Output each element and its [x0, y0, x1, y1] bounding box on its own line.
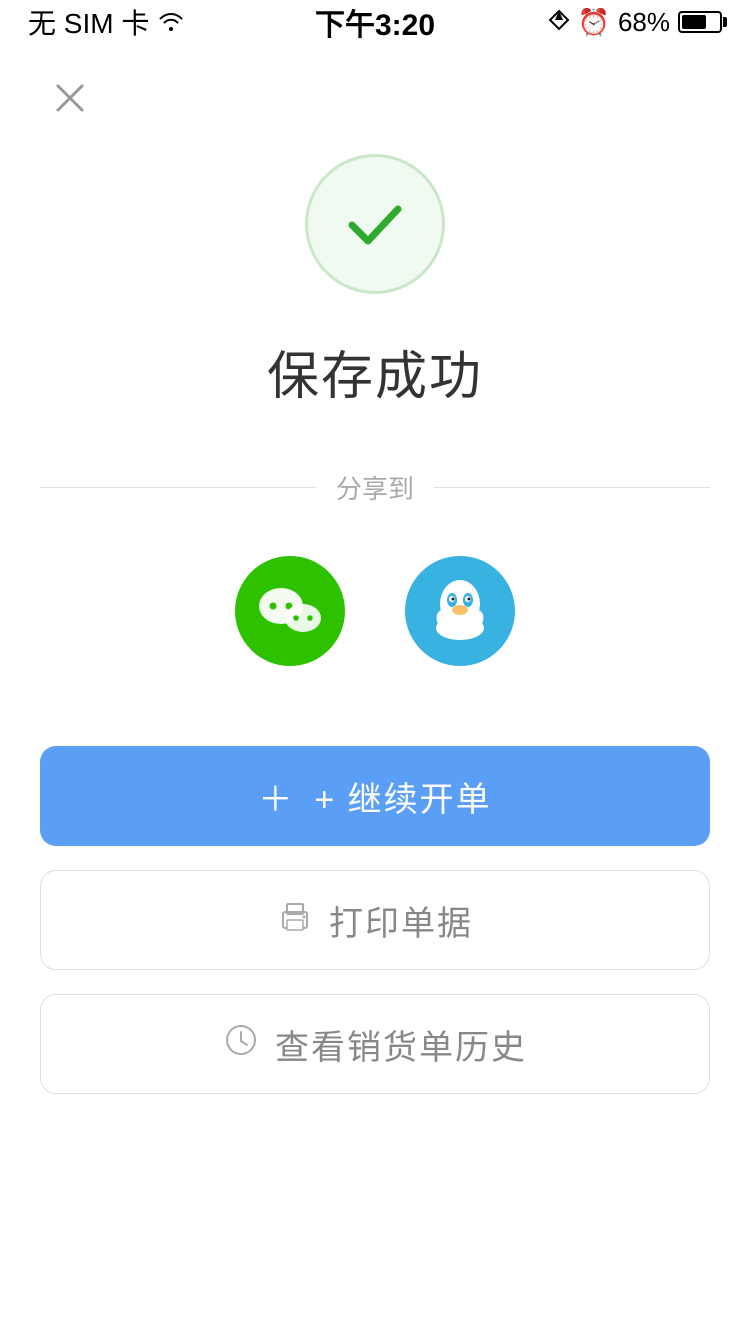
plus-icon: ＋	[258, 772, 294, 821]
divider-right	[434, 487, 710, 488]
share-section: 分享到	[40, 469, 710, 666]
sim-status: 无 SIM 卡	[28, 2, 149, 42]
success-title: 保存成功	[267, 334, 483, 409]
status-bar: 无 SIM 卡 下午3:20 ⏰ 68%	[0, 0, 750, 44]
wechat-share-button[interactable]	[235, 556, 345, 666]
status-right: ⏰ 68%	[548, 7, 722, 38]
close-icon	[52, 80, 88, 116]
print-button[interactable]: 打印单据	[40, 870, 710, 970]
status-time: 下午3:20	[315, 0, 435, 44]
wechat-icon	[257, 584, 323, 638]
continue-button[interactable]: ＋ + 继续开单	[40, 746, 710, 846]
checkmark-icon	[340, 189, 410, 259]
location-icon	[548, 7, 570, 38]
clock-icon	[223, 1022, 259, 1067]
main-content: 保存成功 分享到	[0, 44, 750, 1334]
continue-label: + 继续开单	[314, 772, 491, 821]
printer-icon	[277, 898, 313, 943]
share-label: 分享到	[336, 469, 414, 506]
qq-icon	[430, 576, 490, 646]
close-button[interactable]	[40, 68, 100, 128]
actions-section: ＋ + 继续开单 打印单据	[40, 746, 710, 1094]
share-icons-row	[235, 556, 515, 666]
share-divider-row: 分享到	[40, 469, 710, 506]
battery-icon	[678, 11, 722, 33]
battery-percent: 68%	[618, 7, 670, 38]
wifi-icon	[157, 6, 185, 38]
history-button[interactable]: 查看销货单历史	[40, 994, 710, 1094]
divider-left	[40, 487, 316, 488]
print-label: 打印单据	[329, 896, 473, 945]
history-label: 查看销货单历史	[275, 1020, 527, 1069]
alarm-icon: ⏰	[578, 7, 610, 38]
success-circle	[305, 154, 445, 294]
status-left: 无 SIM 卡	[28, 2, 185, 42]
qq-share-button[interactable]	[405, 556, 515, 666]
